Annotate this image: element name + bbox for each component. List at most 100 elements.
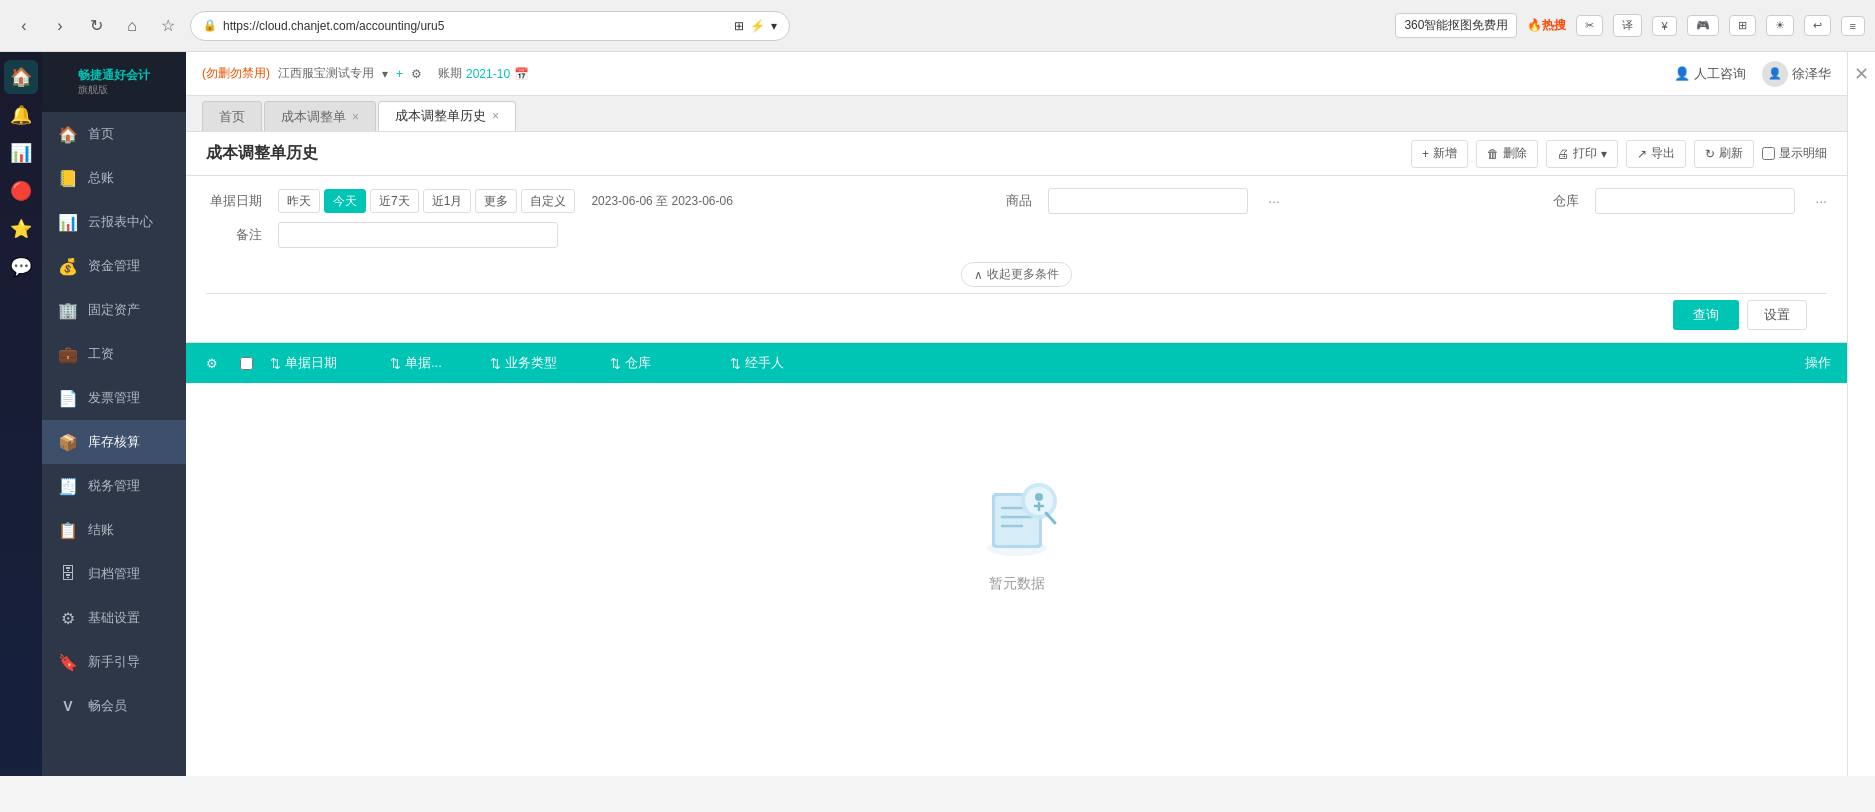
refresh-btn[interactable]: ↻ 刷新 xyxy=(1694,140,1754,168)
ssl-lock-icon: 🔒 xyxy=(203,19,217,32)
account-name-text[interactable]: 江西服宝测试专用 xyxy=(278,65,374,82)
sidebar-item-salary[interactable]: 💼 工资 xyxy=(42,332,186,376)
basic-icon: ⚙ xyxy=(58,609,78,628)
iconbar-msg[interactable]: 💬 xyxy=(4,250,38,284)
tab-cost-history[interactable]: 成本调整单历史 × xyxy=(378,101,516,131)
goods-filter-input[interactable] xyxy=(1048,188,1248,214)
close-page-btn[interactable]: ✕ xyxy=(1848,60,1876,88)
note-filter-input[interactable] xyxy=(278,222,558,248)
warehouse-dots[interactable]: ··· xyxy=(1815,193,1827,209)
back-button[interactable]: ‹ xyxy=(10,12,38,40)
consult-btn[interactable]: 👤 人工咨询 xyxy=(1674,65,1746,83)
sidebar-item-inventory[interactable]: 📦 库存核算 xyxy=(42,420,186,464)
right-panel: ✕ xyxy=(1847,52,1875,776)
sidebar-item-guide-label: 新手引导 xyxy=(88,653,140,671)
tab-cost-adjust[interactable]: 成本调整单 × xyxy=(264,101,376,131)
query-btn[interactable]: 查询 xyxy=(1673,300,1739,330)
th-handler[interactable]: ⇅ 经手人 xyxy=(722,354,842,372)
sidebar-item-tax[interactable]: 🧾 税务管理 xyxy=(42,464,186,508)
back-history-tool[interactable]: ↩ xyxy=(1804,15,1831,36)
game-tool[interactable]: 🎮 xyxy=(1687,15,1719,36)
forward-button[interactable]: › xyxy=(46,12,74,40)
sidebar-item-reports-label: 云报表中心 xyxy=(88,213,153,231)
th-biz-label: 业务类型 xyxy=(505,354,557,372)
custom-btn[interactable]: 自定义 xyxy=(521,189,575,213)
account-dropdown-icon[interactable]: ▾ xyxy=(382,67,388,81)
display-toggle[interactable]: 显示明细 xyxy=(1762,145,1827,162)
table-header: ⚙ ⇅ 单据日期 ⇅ 单据... ⇅ 业务类型 xyxy=(186,343,1847,383)
sidebar-item-closing[interactable]: 📋 结账 xyxy=(42,508,186,552)
sidebar-item-guide[interactable]: 🔖 新手引导 xyxy=(42,640,186,684)
sidebar-item-invoice[interactable]: 📄 发票管理 xyxy=(42,376,186,420)
cut-tool[interactable]: ✂ xyxy=(1576,15,1603,36)
select-all-checkbox[interactable] xyxy=(240,357,253,370)
delete-btn[interactable]: 🗑 删除 xyxy=(1476,140,1538,168)
tab-cost-history-label: 成本调整单历史 xyxy=(395,107,486,125)
tab-cost-adjust-close[interactable]: × xyxy=(352,110,359,124)
sort-icon-voucher: ⇅ xyxy=(390,356,401,371)
iconbar-chart[interactable]: 📊 xyxy=(4,136,38,170)
sidebar-item-archive[interactable]: 🗄 归档管理 xyxy=(42,552,186,596)
refresh-label: 刷新 xyxy=(1719,145,1743,162)
period-value[interactable]: 2021-10 xyxy=(466,67,510,81)
home-button[interactable]: ⌂ xyxy=(118,12,146,40)
currency-tool[interactable]: ¥ xyxy=(1652,16,1676,36)
empty-text: 暂元数据 xyxy=(989,575,1045,593)
new-btn[interactable]: + 新增 xyxy=(1411,140,1468,168)
member-icon: V xyxy=(58,698,78,714)
tab-cost-history-close[interactable]: × xyxy=(492,109,499,123)
display-toggle-checkbox[interactable] xyxy=(1762,147,1775,160)
filter-settings-btn[interactable]: 设置 xyxy=(1747,300,1807,330)
iconbar-star[interactable]: ⭐ xyxy=(4,212,38,246)
th-warehouse-label: 仓库 xyxy=(625,354,651,372)
refresh-button[interactable]: ↻ xyxy=(82,12,110,40)
iconbar-alert[interactable]: 🔴 xyxy=(4,174,38,208)
iconbar-home[interactable]: 🏠 xyxy=(4,60,38,94)
search-box[interactable]: 360智能抠图免费用 xyxy=(1395,13,1517,38)
sidebar-item-funds[interactable]: 💰 资金管理 xyxy=(42,244,186,288)
inventory-icon: 📦 xyxy=(58,433,78,452)
yesterday-btn[interactable]: 昨天 xyxy=(278,189,320,213)
export-btn[interactable]: ↗ 导出 xyxy=(1626,140,1686,168)
account-settings-icon[interactable]: ⚙ xyxy=(411,67,422,81)
grid-tool[interactable]: ⊞ xyxy=(1729,15,1756,36)
app-header: (勿删勿禁用) 江西服宝测试专用 ▾ + ⚙ 账期 2021-10 📅 👤 人工… xyxy=(186,52,1847,96)
more-btn[interactable]: 更多 xyxy=(475,189,517,213)
today-btn[interactable]: 今天 xyxy=(324,189,366,213)
translate-tool[interactable]: 译 xyxy=(1613,14,1642,37)
sidebar-item-inventory-label: 库存核算 xyxy=(88,433,140,451)
address-bar[interactable]: 🔒 https://cloud.chanjet.com/accounting/u… xyxy=(190,11,790,41)
hot-search-badge[interactable]: 🔥热搜 xyxy=(1527,17,1566,34)
sidebar-item-home[interactable]: 🏠 首页 xyxy=(42,112,186,156)
date-range-separator: 至 xyxy=(656,194,671,208)
sidebar-item-assets[interactable]: 🏢 固定资产 xyxy=(42,288,186,332)
goods-dots[interactable]: ··· xyxy=(1268,193,1280,209)
tab-home[interactable]: 首页 xyxy=(202,101,262,131)
sidebar-item-ledger[interactable]: 📒 总账 xyxy=(42,156,186,200)
brightness-tool[interactable]: ☀ xyxy=(1766,15,1794,36)
warehouse-filter-input[interactable] xyxy=(1595,188,1795,214)
th-date[interactable]: ⇅ 单据日期 xyxy=(262,354,382,372)
star-button[interactable]: ☆ xyxy=(154,12,182,40)
sidebar-item-member[interactable]: V 畅会员 xyxy=(42,684,186,728)
closing-icon: 📋 xyxy=(58,521,78,540)
print-btn[interactable]: 🖨 打印 ▾ xyxy=(1546,140,1618,168)
table-gear-btn[interactable]: ⚙ xyxy=(194,356,230,371)
sidebar-item-basic[interactable]: ⚙ 基础设置 xyxy=(42,596,186,640)
th-warehouse[interactable]: ⇅ 仓库 xyxy=(602,354,722,372)
date-filter-label: 单据日期 xyxy=(206,192,262,210)
goods-filter-label: 商品 xyxy=(976,192,1032,210)
add-account-btn[interactable]: + xyxy=(396,67,403,81)
7days-btn[interactable]: 近7天 xyxy=(370,189,419,213)
collapse-btn[interactable]: ∧ 收起更多条件 xyxy=(961,262,1072,287)
th-voucher[interactable]: ⇅ 单据... xyxy=(382,354,482,372)
table-select-all[interactable] xyxy=(230,357,262,370)
user-profile-btn[interactable]: 👤 徐泽华 xyxy=(1762,61,1831,87)
print-icon: 🖨 xyxy=(1557,147,1569,161)
iconbar-bell[interactable]: 🔔 xyxy=(4,98,38,132)
sidebar-item-reports[interactable]: 📊 云报表中心 xyxy=(42,200,186,244)
th-biz-type[interactable]: ⇅ 业务类型 xyxy=(482,354,602,372)
1month-btn[interactable]: 近1月 xyxy=(423,189,472,213)
calendar-icon[interactable]: 📅 xyxy=(514,67,529,81)
menu-tool[interactable]: ≡ xyxy=(1841,16,1865,36)
